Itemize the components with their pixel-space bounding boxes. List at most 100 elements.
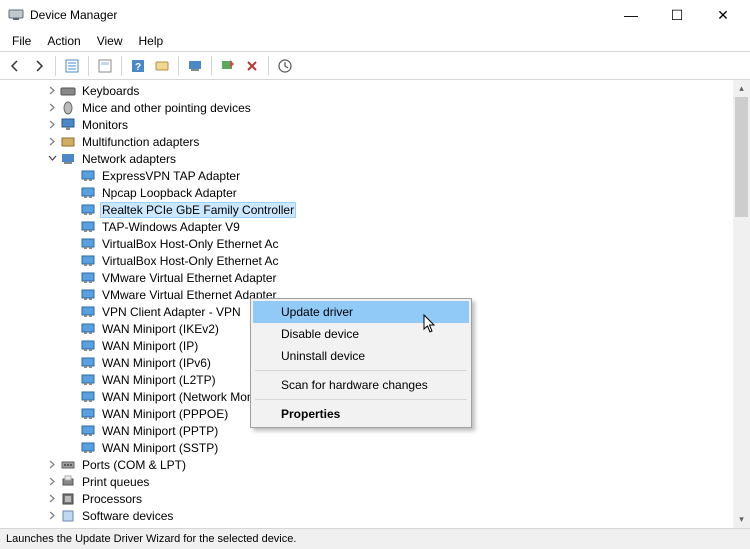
context-item[interactable]: Disable device bbox=[253, 323, 469, 345]
scroll-up-button[interactable]: ▴ bbox=[733, 80, 750, 97]
context-separator bbox=[255, 399, 467, 400]
uninstall-button[interactable] bbox=[217, 55, 239, 77]
tree-label: Network adapters bbox=[80, 152, 178, 166]
tree-label: Mice and other pointing devices bbox=[80, 101, 253, 115]
tree-label: VPN Client Adapter - VPN bbox=[100, 305, 243, 319]
network-adapter-icon bbox=[80, 423, 96, 439]
tree-label: WAN Miniport (IP) bbox=[100, 339, 200, 353]
tree-label: ExpressVPN TAP Adapter bbox=[100, 169, 242, 183]
toolbar-separator bbox=[178, 56, 179, 76]
collapse-icon[interactable] bbox=[46, 153, 58, 165]
network-adapter-icon bbox=[80, 440, 96, 456]
tree-category-mice[interactable]: Mice and other pointing devices bbox=[12, 99, 750, 116]
tree-label: Monitors bbox=[80, 118, 130, 132]
forward-button[interactable] bbox=[28, 55, 50, 77]
tree-category-multifunction[interactable]: Multifunction adapters bbox=[12, 133, 750, 150]
tree-label: Processors bbox=[80, 492, 144, 506]
app-icon bbox=[8, 7, 24, 23]
menu-help[interactable]: Help bbox=[131, 32, 172, 50]
expand-icon[interactable] bbox=[46, 136, 58, 148]
scroll-down-button[interactable]: ▾ bbox=[733, 511, 750, 528]
port-icon bbox=[60, 457, 76, 473]
tree-category-ports[interactable]: Ports (COM & LPT) bbox=[12, 456, 750, 473]
close-button[interactable]: ✕ bbox=[700, 0, 746, 30]
scroll-thumb[interactable] bbox=[735, 97, 748, 217]
tree-label: VirtualBox Host-Only Ethernet Ac bbox=[100, 254, 281, 268]
minimize-button[interactable]: — bbox=[608, 0, 654, 30]
show-hidden-button[interactable] bbox=[61, 55, 83, 77]
network-adapter-icon bbox=[80, 270, 96, 286]
toolbar-separator bbox=[55, 56, 56, 76]
tree-label: WAN Miniport (PPTP) bbox=[100, 424, 220, 438]
tree-label: Software devices bbox=[80, 509, 175, 523]
tree-device[interactable]: TAP-Windows Adapter V9 bbox=[12, 218, 750, 235]
tree-device[interactable]: Npcap Loopback Adapter bbox=[12, 184, 750, 201]
network-adapter-icon bbox=[80, 236, 96, 252]
tree-label: Npcap Loopback Adapter bbox=[100, 186, 239, 200]
status-bar: Launches the Update Driver Wizard for th… bbox=[0, 529, 750, 549]
cpu-icon bbox=[60, 491, 76, 507]
disable-button[interactable] bbox=[241, 55, 263, 77]
title-bar: Device Manager — ☐ ✕ bbox=[0, 0, 750, 30]
enable-button[interactable] bbox=[274, 55, 296, 77]
expand-icon[interactable] bbox=[46, 476, 58, 488]
context-item[interactable]: Scan for hardware changes bbox=[253, 374, 469, 396]
tree-label: VirtualBox Host-Only Ethernet Ac bbox=[100, 237, 281, 251]
network-adapter-icon bbox=[80, 321, 96, 337]
monitor-icon bbox=[60, 117, 76, 133]
expand-icon[interactable] bbox=[46, 119, 58, 131]
network-adapter-icon bbox=[80, 372, 96, 388]
tree-label: Ports (COM & LPT) bbox=[80, 458, 188, 472]
menu-action[interactable]: Action bbox=[39, 32, 88, 50]
window-title: Device Manager bbox=[30, 8, 117, 22]
tree-device[interactable]: VMware Virtual Ethernet Adapter bbox=[12, 269, 750, 286]
network-adapter-icon bbox=[80, 168, 96, 184]
menu-bar: File Action View Help bbox=[0, 30, 750, 52]
update-driver-button[interactable] bbox=[184, 55, 206, 77]
tree-category-monitors[interactable]: Monitors bbox=[12, 116, 750, 133]
expand-icon[interactable] bbox=[46, 493, 58, 505]
soft-icon bbox=[60, 508, 76, 524]
scan-button[interactable] bbox=[151, 55, 173, 77]
tree-device[interactable]: WAN Miniport (SSTP) bbox=[12, 439, 750, 456]
network-adapter-icon bbox=[80, 287, 96, 303]
expand-icon[interactable] bbox=[46, 85, 58, 97]
tree-label: WAN Miniport (IKEv2) bbox=[100, 322, 221, 336]
menu-file[interactable]: File bbox=[4, 32, 39, 50]
properties-button[interactable] bbox=[94, 55, 116, 77]
net-icon bbox=[60, 151, 76, 167]
tree-category-keyboards[interactable]: Keyboards bbox=[12, 82, 750, 99]
context-menu: Update driverDisable deviceUninstall dev… bbox=[250, 298, 472, 428]
menu-view[interactable]: View bbox=[89, 32, 131, 50]
keyboard-icon bbox=[60, 83, 76, 99]
context-separator bbox=[255, 370, 467, 371]
tree-device[interactable]: VirtualBox Host-Only Ethernet Ac bbox=[12, 252, 750, 269]
toolbar-separator bbox=[88, 56, 89, 76]
tree-label: Print queues bbox=[80, 475, 151, 489]
tree-label: WAN Miniport (SSTP) bbox=[100, 441, 220, 455]
tree-device[interactable]: Realtek PCIe GbE Family Controller bbox=[12, 201, 750, 218]
multi-icon bbox=[60, 134, 76, 150]
help-button[interactable]: ? bbox=[127, 55, 149, 77]
tree-label: WAN Miniport (L2TP) bbox=[100, 373, 218, 387]
tree-category-network[interactable]: Network adapters bbox=[12, 150, 750, 167]
context-item[interactable]: Properties bbox=[253, 403, 469, 425]
context-item[interactable]: Update driver bbox=[253, 301, 469, 323]
tree-device[interactable]: VirtualBox Host-Only Ethernet Ac bbox=[12, 235, 750, 252]
context-item[interactable]: Uninstall device bbox=[253, 345, 469, 367]
tree-category-processors[interactable]: Processors bbox=[12, 490, 750, 507]
network-adapter-icon bbox=[80, 406, 96, 422]
expand-icon[interactable] bbox=[46, 459, 58, 471]
tree-category-printq[interactable]: Print queues bbox=[12, 473, 750, 490]
toolbar: ? bbox=[0, 52, 750, 80]
expand-icon[interactable] bbox=[46, 510, 58, 522]
back-button[interactable] bbox=[4, 55, 26, 77]
tree-device[interactable]: ExpressVPN TAP Adapter bbox=[12, 167, 750, 184]
network-adapter-icon bbox=[80, 185, 96, 201]
tree-label: Keyboards bbox=[80, 84, 141, 98]
toolbar-separator bbox=[121, 56, 122, 76]
tree-category-software[interactable]: Software devices bbox=[12, 507, 750, 524]
vertical-scrollbar[interactable]: ▴ ▾ bbox=[733, 80, 750, 528]
maximize-button[interactable]: ☐ bbox=[654, 0, 700, 30]
expand-icon[interactable] bbox=[46, 102, 58, 114]
